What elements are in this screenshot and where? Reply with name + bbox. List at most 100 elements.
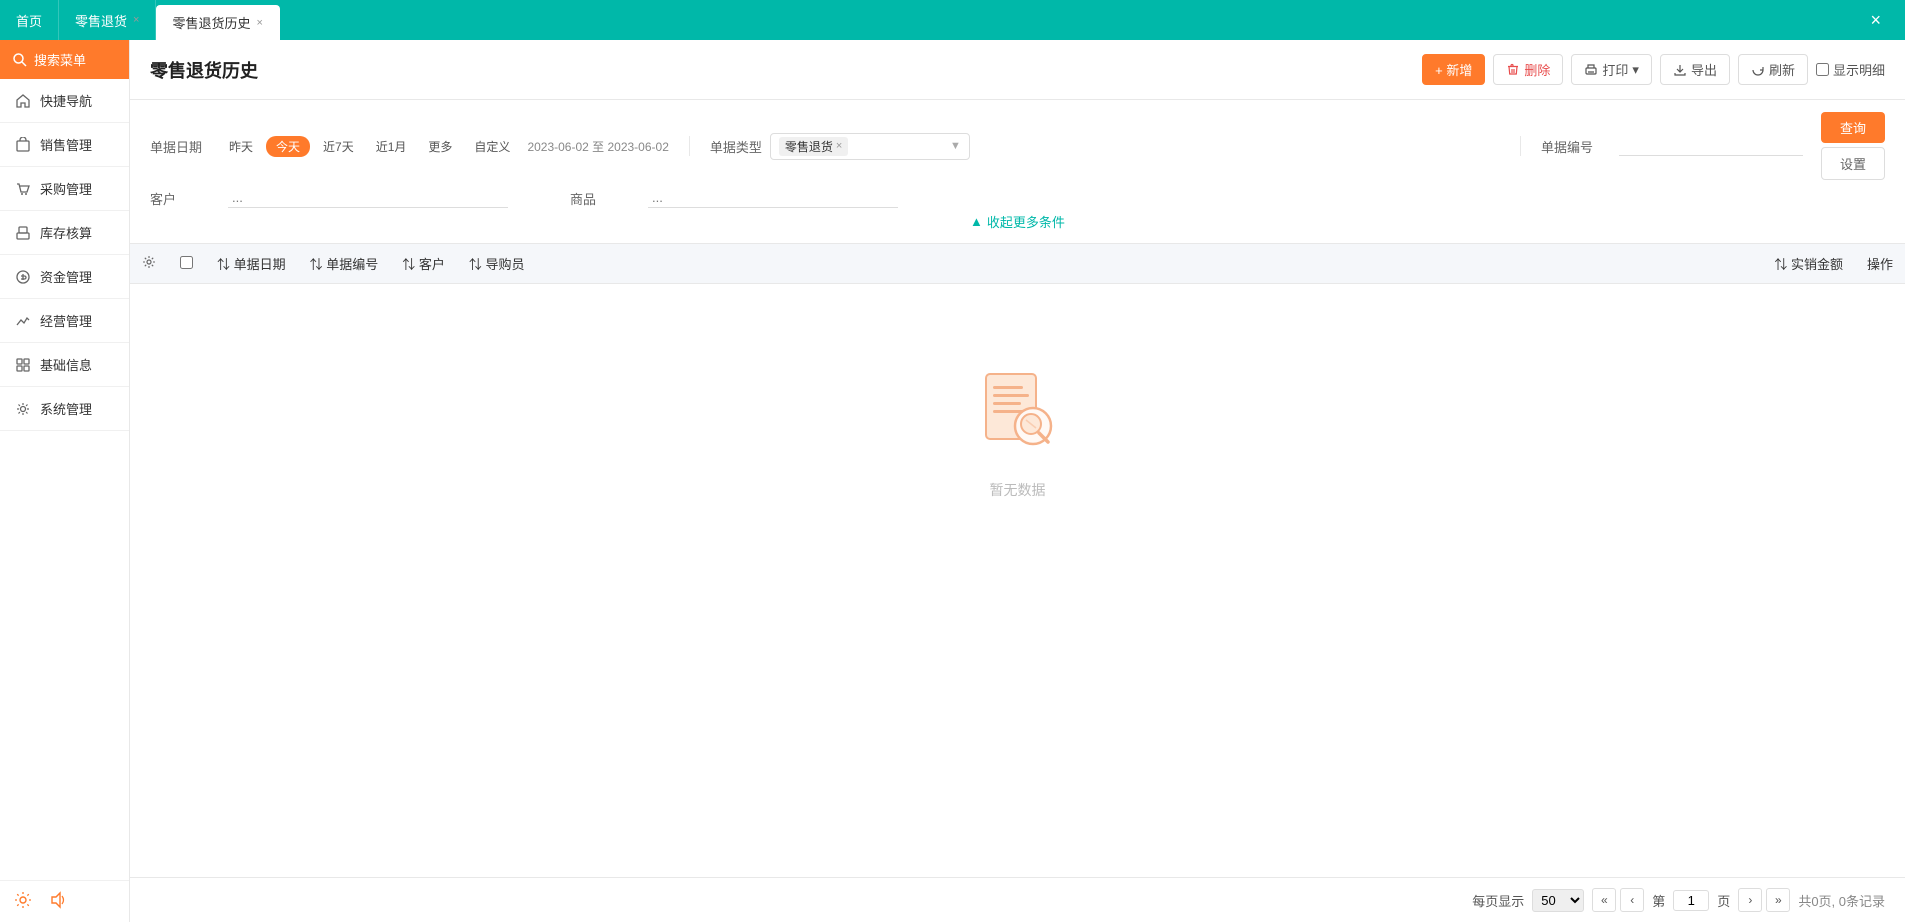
sidebar-item-operations[interactable]: 经营管理 — [0, 299, 129, 343]
col-guide[interactable]: ⇅ 导购员 — [457, 244, 537, 284]
filter-row-1: 单据日期 昨天 今天 近7天 近1月 更多 自定义 2023-06-02 至 2… — [150, 112, 1885, 180]
delete-button[interactable]: 删除 — [1493, 54, 1563, 85]
tab-retail-return-label: 零售退货 — [75, 11, 127, 30]
sidebar-item-inventory[interactable]: 库存核算 — [0, 211, 129, 255]
date-btn-yesterday[interactable]: 昨天 — [220, 135, 262, 158]
tab-retail-return-close[interactable]: × — [133, 14, 139, 26]
display-detail-label: 显示明细 — [1833, 60, 1885, 79]
print-label: 打印 — [1602, 60, 1628, 79]
content-area: 零售退货历史 + 新增 删除 打印 ▾ 导出 刷新 — [130, 40, 1905, 922]
col-customer[interactable]: ⇅ 客户 — [390, 244, 457, 284]
search-menu-label: 搜索菜单 — [34, 50, 86, 69]
print-dropdown-icon[interactable]: ▾ — [1632, 62, 1639, 78]
sidebar-item-basic-info-label: 基础信息 — [40, 355, 92, 374]
date-btn-custom[interactable]: 自定义 — [465, 135, 519, 158]
sidebar-item-basic-info[interactable]: 基础信息 — [0, 343, 129, 387]
page-size-label: 每页显示 — [1472, 891, 1524, 910]
new-button[interactable]: + 新增 — [1422, 54, 1485, 85]
search-menu-button[interactable]: 搜索菜单 — [0, 40, 129, 79]
col-action-label: 操作 — [1867, 257, 1893, 272]
sidebar-item-inventory-label: 库存核算 — [40, 223, 92, 242]
col-guide-label: ⇅ 导购员 — [469, 257, 525, 272]
sales-icon — [14, 136, 32, 154]
collapse-arrow-icon: ▲ — [970, 214, 983, 229]
sidebar-item-quick-nav-label: 快捷导航 — [40, 91, 92, 110]
sidebar-item-system[interactable]: 系统管理 — [0, 387, 129, 431]
collapse-label: 收起更多条件 — [987, 212, 1065, 231]
col-amount-label: ⇅ 实销金额 — [1774, 257, 1843, 272]
customer-filter-label: 客户 — [150, 189, 220, 208]
first-page-button[interactable]: « — [1592, 888, 1616, 912]
set-button[interactable]: 设置 — [1821, 147, 1885, 180]
empty-state: 暂无数据 — [130, 284, 1905, 580]
main-layout: 搜索菜单 快捷导航 销售管理 采购管理 库存核算 — [0, 40, 1905, 922]
print-icon — [1584, 63, 1598, 77]
search-icon — [12, 52, 28, 68]
goods-input[interactable] — [648, 188, 898, 208]
date-btn-7days[interactable]: 近7天 — [314, 135, 363, 158]
next-page-button[interactable]: › — [1738, 888, 1762, 912]
type-filter-area: 单据类型 零售退货 × ▼ — [710, 133, 1500, 160]
order-no-label: 单据编号 — [1541, 137, 1611, 156]
tab-retail-return-history[interactable]: 零售退货历史 × — [156, 5, 279, 40]
sidebar-item-sales[interactable]: 销售管理 — [0, 123, 129, 167]
page-number-input[interactable] — [1673, 890, 1709, 911]
col-order-no[interactable]: ⇅ 单据编号 — [298, 244, 391, 284]
date-filter-label: 单据日期 — [150, 137, 220, 156]
type-filter-label: 单据类型 — [710, 137, 762, 156]
empty-state-text: 暂无数据 — [990, 480, 1046, 500]
page-nav: « ‹ 第 页 › » — [1592, 888, 1790, 912]
tab-home[interactable]: 首页 — [0, 0, 59, 40]
print-button[interactable]: 打印 ▾ — [1571, 54, 1652, 85]
refresh-button[interactable]: 刷新 — [1738, 54, 1808, 85]
last-page-button[interactable]: » — [1766, 888, 1790, 912]
page-size-select[interactable]: 10 20 50 100 — [1532, 889, 1584, 912]
col-checkbox[interactable] — [168, 244, 205, 284]
sidebar-item-purchase[interactable]: 采购管理 — [0, 167, 129, 211]
page-word: 第 — [1648, 891, 1669, 910]
type-tag-retail-return: 零售退货 × — [779, 137, 848, 156]
col-spacer — [537, 244, 1763, 284]
tab-retail-return-history-close[interactable]: × — [256, 17, 262, 29]
operations-icon — [14, 312, 32, 330]
col-settings[interactable] — [130, 244, 168, 284]
sidebar-item-quick-nav[interactable]: 快捷导航 — [0, 79, 129, 123]
export-button[interactable]: 导出 — [1660, 54, 1730, 85]
date-btn-today[interactable]: 今天 — [266, 136, 310, 157]
table-area: ⇅ 单据日期 ⇅ 单据编号 ⇅ 客户 ⇅ 导购员 ⇅ — [130, 244, 1905, 877]
date-btn-more[interactable]: 更多 — [419, 135, 461, 158]
window-close-button[interactable]: × — [1862, 6, 1889, 35]
type-select-arrow: ▼ — [950, 140, 961, 152]
home-icon — [14, 92, 32, 110]
page-unit: 页 — [1713, 891, 1734, 910]
date-btn-1month[interactable]: 近1月 — [367, 135, 416, 158]
purchase-icon — [14, 180, 32, 198]
query-button[interactable]: 查询 — [1821, 112, 1885, 143]
sidebar-item-system-label: 系统管理 — [40, 399, 92, 418]
goods-filter-area: 商品 — [570, 188, 898, 208]
tab-retail-return[interactable]: 零售退货 × — [59, 0, 156, 40]
settings-icon[interactable] — [14, 891, 32, 912]
sidebar-item-finance[interactable]: 资金管理 — [0, 255, 129, 299]
col-date[interactable]: ⇅ 单据日期 — [205, 244, 298, 284]
empty-state-icon — [968, 364, 1068, 464]
volume-icon[interactable] — [48, 891, 66, 912]
select-all-checkbox[interactable] — [180, 256, 193, 269]
type-select-dropdown[interactable]: 零售退货 × ▼ — [770, 133, 970, 160]
refresh-label: 刷新 — [1769, 60, 1795, 79]
prev-page-button[interactable]: ‹ — [1620, 888, 1644, 912]
delete-icon — [1506, 63, 1520, 77]
type-tag-remove[interactable]: × — [836, 140, 842, 152]
col-amount[interactable]: ⇅ 实销金额 — [1762, 244, 1855, 284]
refresh-icon — [1751, 63, 1765, 77]
sidebar-bottom — [0, 880, 129, 922]
collapse-button[interactable]: ▲ 收起更多条件 — [970, 212, 1065, 231]
order-no-input[interactable] — [1619, 136, 1803, 156]
tab-bar: 首页 零售退货 × 零售退货历史 × — [0, 0, 1862, 40]
toolbar: + 新增 删除 打印 ▾ 导出 刷新 — [1422, 54, 1885, 85]
tab-home-label: 首页 — [16, 11, 42, 30]
display-detail-checkbox[interactable] — [1816, 63, 1829, 76]
finance-icon — [14, 268, 32, 286]
export-icon — [1673, 63, 1687, 77]
customer-input[interactable] — [228, 188, 508, 208]
